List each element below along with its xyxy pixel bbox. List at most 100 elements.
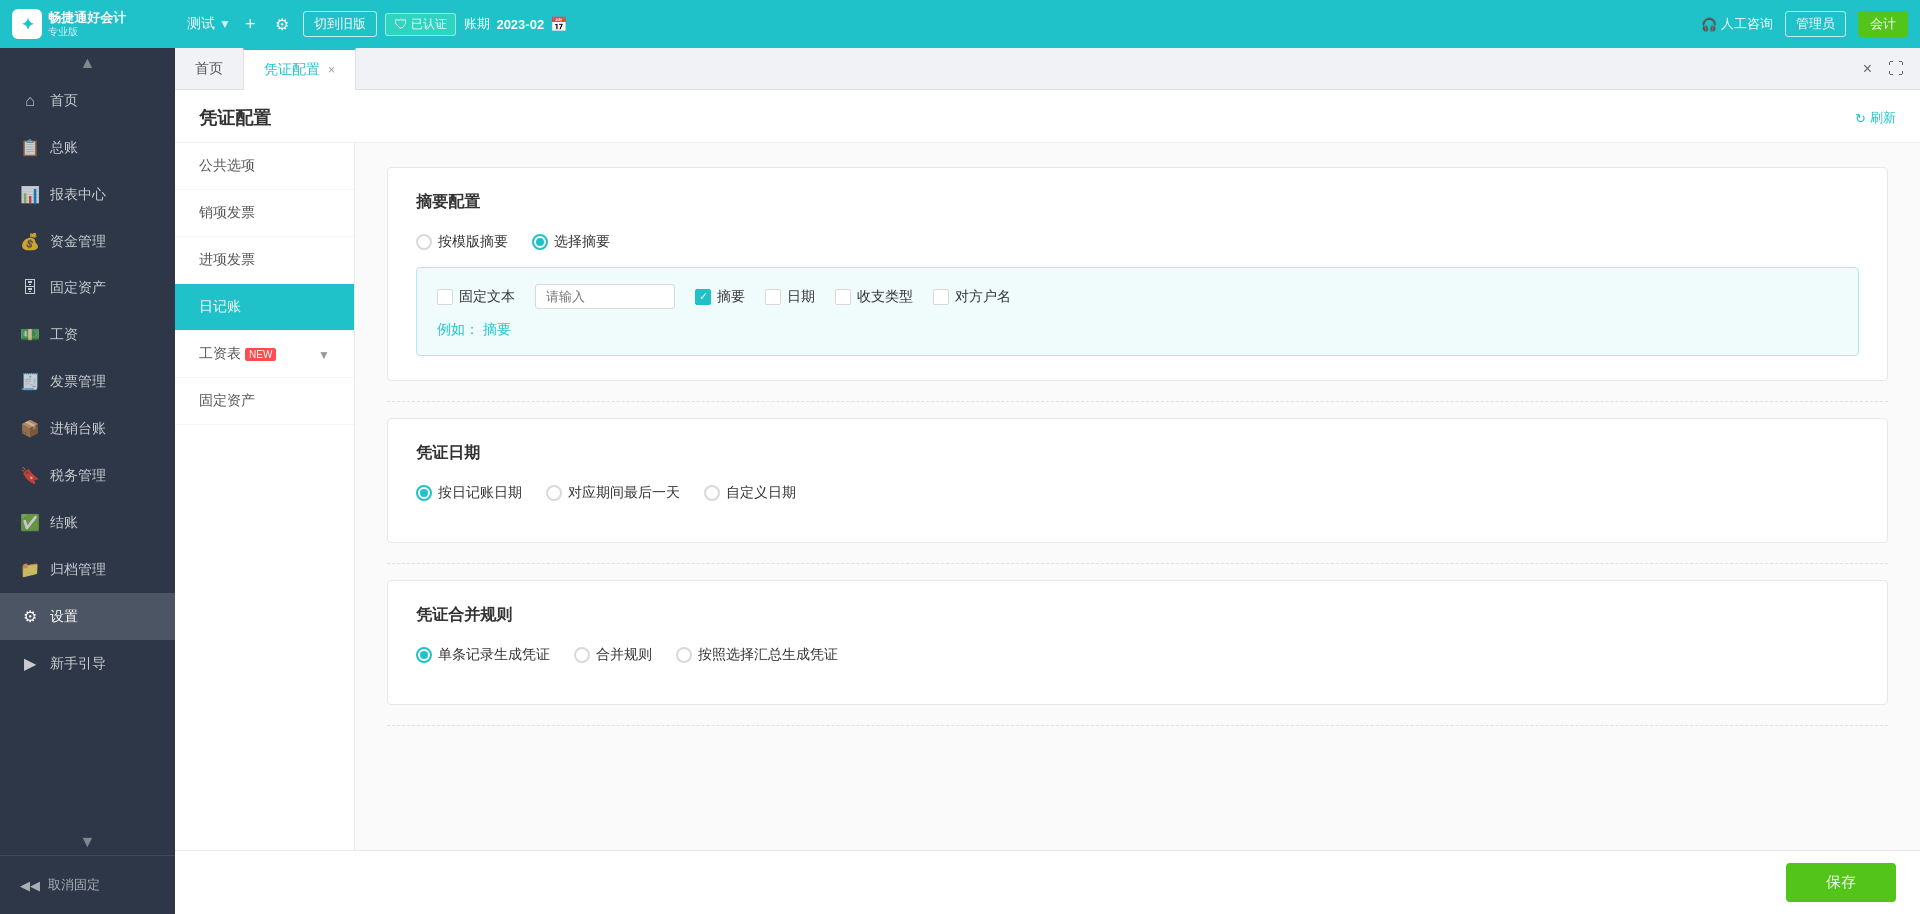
left-nav: 公共选项 销项发票 进项发票 日记账 工资表 NEW — [175, 143, 355, 850]
cb-date-box — [765, 289, 781, 305]
section-summary: 摘要配置 按模版摘要 选择摘要 — [387, 167, 1888, 381]
date-radio-group: 按日记账日期 对应期间最后一天 自定义日期 — [416, 484, 1859, 502]
save-button[interactable]: 保存 — [1786, 863, 1896, 902]
sidebar-item-settings[interactable]: ⚙ 设置 — [0, 593, 175, 640]
sidebar-item-payroll[interactable]: 💵 工资 — [0, 311, 175, 358]
close-tab-btn[interactable]: × — [1859, 56, 1876, 82]
close-period-icon: ✅ — [20, 513, 40, 532]
cb-summary-box — [695, 289, 711, 305]
consult-link[interactable]: 🎧 人工咨询 — [1701, 15, 1773, 33]
unpin-button[interactable]: ◀◀ 取消固定 — [0, 866, 175, 904]
add-button[interactable]: + — [239, 14, 262, 35]
purchase-icon: 📦 — [20, 419, 40, 438]
cb-summary[interactable]: 摘要 — [695, 288, 745, 306]
cb-counterparty-box — [933, 289, 949, 305]
right-content: 摘要配置 按模版摘要 选择摘要 — [355, 143, 1920, 850]
cb-date[interactable]: 日期 — [765, 288, 815, 306]
radio-template-circle — [416, 234, 432, 250]
switch-old-btn[interactable]: 切到旧版 — [303, 11, 377, 37]
cb-fixed-text[interactable]: 固定文本 — [437, 288, 515, 306]
fixed-text-input[interactable] — [535, 284, 675, 309]
settings-icon: ⚙ — [20, 607, 40, 626]
scroll-up-arrow[interactable]: ▲ — [0, 48, 175, 78]
tab-close-btn[interactable]: × — [328, 63, 335, 77]
radio-by-diary-circle — [416, 485, 432, 501]
radio-single[interactable]: 单条记录生成凭证 — [416, 646, 550, 664]
radio-template[interactable]: 按模版摘要 — [416, 233, 508, 251]
section-merge: 凭证合并规则 单条记录生成凭证 合并规则 — [387, 580, 1888, 705]
capital-icon: 💰 — [20, 232, 40, 251]
date-title: 凭证日期 — [416, 443, 1859, 464]
settings-button[interactable]: ⚙ — [269, 15, 295, 34]
logo-name: 畅捷通好会计 — [48, 10, 126, 26]
payroll-icon: 💵 — [20, 325, 40, 344]
cb-pay-type-box — [835, 289, 851, 305]
nav-item-sales[interactable]: 销项发票 — [175, 190, 354, 237]
radio-custom-date[interactable]: 自定义日期 — [704, 484, 796, 502]
sidebar: ▲ ⌂ 首页 📋 总账 📊 报表中心 💰 资金管理 🗄 固定资产 — [0, 48, 175, 914]
certified-badge: 🛡 已认证 — [385, 13, 456, 36]
tab-home[interactable]: 首页 — [175, 48, 243, 90]
radio-single-circle — [416, 647, 432, 663]
radio-merge-rule[interactable]: 合并规则 — [574, 646, 652, 664]
radio-select[interactable]: 选择摘要 — [532, 233, 610, 251]
nav-item-fixed-assets[interactable]: 固定资产 — [175, 378, 354, 425]
section-date: 凭证日期 按日记账日期 对应期间最后一天 — [387, 418, 1888, 543]
nav-item-public[interactable]: 公共选项 — [175, 143, 354, 190]
expand-tab-btn[interactable]: ⛶ — [1884, 56, 1908, 82]
radio-select-circle — [532, 234, 548, 250]
radio-custom-date-circle — [704, 485, 720, 501]
sidebar-item-capital[interactable]: 💰 资金管理 — [0, 218, 175, 265]
logo: ✦ 畅捷通好会计 专业版 — [12, 9, 187, 39]
cb-fixed-text-box — [437, 289, 453, 305]
page-content: 凭证配置 ↻ 刷新 公共选项 销项发票 进项发票 — [175, 90, 1920, 914]
cb-counterparty[interactable]: 对方户名 — [933, 288, 1011, 306]
radio-by-diary[interactable]: 按日记账日期 — [416, 484, 522, 502]
page-title: 凭证配置 — [199, 106, 271, 130]
unpin-icon: ◀◀ — [20, 878, 40, 893]
sidebar-item-assets[interactable]: 🗄 固定资产 — [0, 265, 175, 311]
sidebar-item-ledger[interactable]: 📋 总账 — [0, 124, 175, 171]
accountant-button[interactable]: 会计 — [1858, 11, 1908, 37]
logo-icon: ✦ — [12, 9, 42, 39]
scroll-down-arrow[interactable]: ▼ — [0, 829, 175, 855]
page-header: 凭证配置 ↻ 刷新 — [175, 90, 1920, 143]
archive-icon: 📁 — [20, 560, 40, 579]
radio-last-day[interactable]: 对应期间最后一天 — [546, 484, 680, 502]
summary-title: 摘要配置 — [416, 192, 1859, 213]
nav-item-purchase-invoice[interactable]: 进项发票 — [175, 237, 354, 284]
refresh-icon: ↻ — [1855, 111, 1866, 126]
radio-merge-rule-circle — [574, 647, 590, 663]
logo-sub: 专业版 — [48, 26, 126, 38]
sidebar-item-archive[interactable]: 📁 归档管理 — [0, 546, 175, 593]
tax-icon: 🔖 — [20, 466, 40, 485]
topbar: ✦ 畅捷通好会计 专业版 测试 ▼ + ⚙ 切到旧版 🛡 已认证 账期 2023… — [0, 0, 1920, 48]
sidebar-item-purchase[interactable]: 📦 进销台账 — [0, 405, 175, 452]
sidebar-item-close[interactable]: ✅ 结账 — [0, 499, 175, 546]
reports-icon: 📊 — [20, 185, 40, 204]
sidebar-item-guide[interactable]: ▶ 新手引导 — [0, 640, 175, 687]
summary-radio-group: 按模版摘要 选择摘要 — [416, 233, 1859, 251]
tab-voucher-config[interactable]: 凭证配置 × — [243, 48, 356, 90]
cb-pay-type[interactable]: 收支类型 — [835, 288, 913, 306]
summary-options-box: 固定文本 摘要 日期 — [416, 267, 1859, 356]
page-footer: 保存 — [175, 850, 1920, 914]
refresh-button[interactable]: ↻ 刷新 — [1855, 109, 1896, 127]
merge-title: 凭证合并规则 — [416, 605, 1859, 626]
new-badge: NEW — [245, 348, 276, 361]
sidebar-item-invoice[interactable]: 🧾 发票管理 — [0, 358, 175, 405]
period-info: 账期 2023-02 📅 — [464, 15, 567, 33]
merge-radio-group: 单条记录生成凭证 合并规则 按照选择汇总生成凭证 — [416, 646, 1859, 664]
sidebar-item-reports[interactable]: 📊 报表中心 — [0, 171, 175, 218]
manager-button[interactable]: 管理员 — [1785, 11, 1846, 37]
nav-item-payslip[interactable]: 工资表 NEW ▼ — [175, 331, 354, 378]
radio-by-selection-circle — [676, 647, 692, 663]
radio-by-selection[interactable]: 按照选择汇总生成凭证 — [676, 646, 838, 664]
sidebar-item-home[interactable]: ⌂ 首页 — [0, 78, 175, 124]
sidebar-item-tax[interactable]: 🔖 税务管理 — [0, 452, 175, 499]
ledger-icon: 📋 — [20, 138, 40, 157]
assets-icon: 🗄 — [20, 279, 40, 297]
nav-item-diary[interactable]: 日记账 — [175, 284, 354, 331]
guide-icon: ▶ — [20, 654, 40, 673]
invoice-icon: 🧾 — [20, 372, 40, 391]
